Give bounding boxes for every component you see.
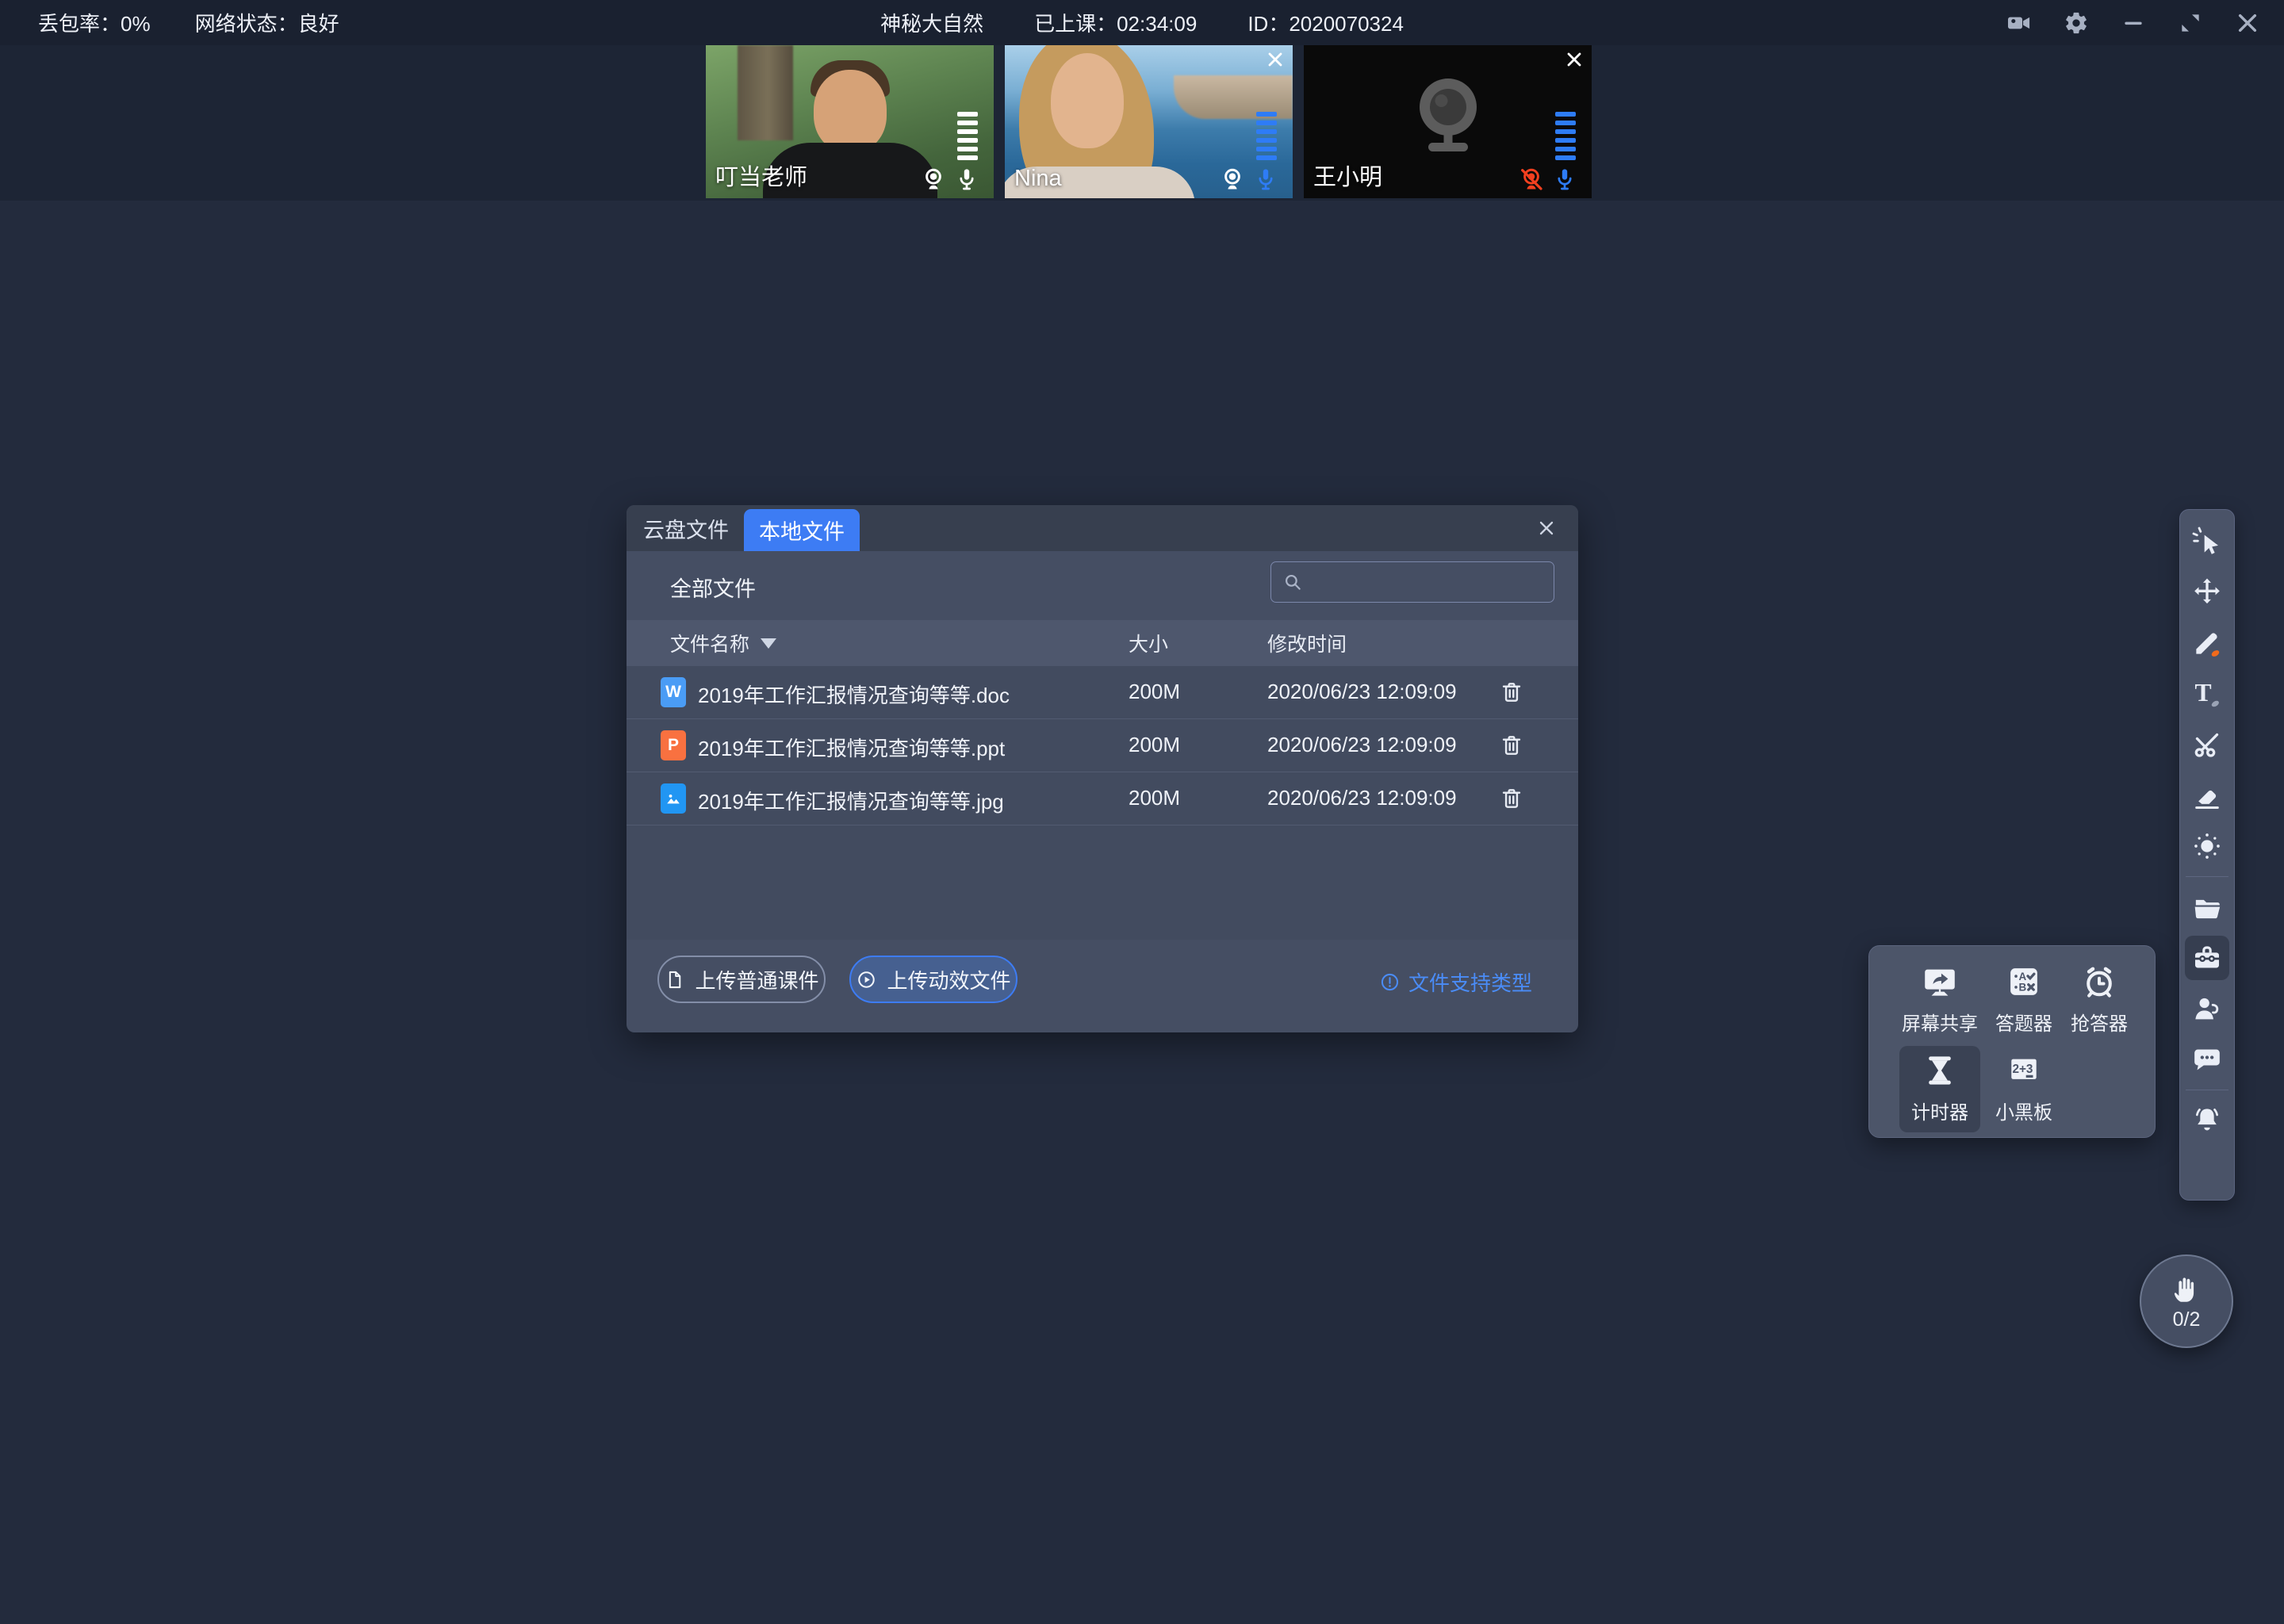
text-tool[interactable]: T [2182,668,2232,719]
screen-share-icon [1925,969,1955,996]
upload-effect-file-button[interactable]: 上传动效文件 [849,956,1017,1003]
pen-tool[interactable] [2182,618,2232,668]
file-table-body: W 2019年工作汇报情况查询等等.doc 200M 2020/06/23 12… [627,666,1578,940]
svg-text:A: A [2018,971,2026,982]
video-strip: 叮当老师 Nina 王小明 [0,45,2284,201]
tab-local-files[interactable]: 本地文件 [744,509,860,551]
eraser-tool[interactable] [2182,770,2232,821]
raise-hand-button[interactable]: 0/2 [2140,1254,2233,1348]
svg-text:T: T [2194,679,2211,707]
buzzer-button[interactable]: 抢答器 [2059,963,2140,1036]
video-tile-teacher[interactable]: 叮当老师 [706,45,994,198]
minimize-button[interactable] [2121,10,2146,36]
info-icon [1381,973,1399,991]
volume-level-indicator [1555,112,1576,160]
participant-name: Nina [1014,166,1062,191]
sort-caret-icon[interactable] [761,638,777,649]
classroom-window: 丢包率：0% 网络状态：良好 神秘大自然 已上课：02:34:09 ID：202… [0,0,2284,1624]
volume-level-indicator [957,112,978,160]
table-row[interactable]: W 2019年工作汇报情况查询等等.doc 200M 2020/06/23 12… [627,666,1578,719]
microphone-on-icon[interactable] [1552,167,1577,192]
hourglass-icon [1929,1056,1951,1085]
top-status-bar: 丢包率：0% 网络状态：良好 神秘大自然 已上课：02:34:09 ID：202… [0,0,2284,45]
column-file-name: 文件名称 [670,634,750,656]
image-file-icon [661,783,686,814]
delete-file-icon[interactable] [1499,680,1524,705]
laser-pointer-tool[interactable] [2182,821,2232,871]
file-support-types-link[interactable]: 文件支持类型 [1379,967,1532,997]
toolbar-divider [2186,876,2228,877]
close-video-icon[interactable] [1266,50,1285,69]
camera-placeholder-icon [1401,68,1496,163]
file-picker-dialog: 云盘文件 本地文件 全部文件 文件名称 大小 修改时间 W 2019年工作汇报情… [627,505,1578,1032]
alarm-clock-icon [2087,967,2112,998]
select-cursor-tool[interactable] [2182,516,2232,567]
upload-normal-courseware-button[interactable]: 上传普通课件 [657,956,826,1003]
hand-raise-count: 0/2 [2172,1308,2201,1331]
search-input[interactable] [1311,571,1542,593]
webcam-off-icon[interactable] [1519,167,1544,192]
table-row[interactable]: P 2019年工作汇报情况查询等等.ppt 200M 2020/06/23 12… [627,719,1578,772]
volume-level-indicator [1256,112,1277,160]
participant-name: 叮当老师 [715,165,808,190]
network-status: 网络状态：良好 [194,12,339,36]
svg-text:2+3: 2+3 [2012,1063,2033,1076]
maximize-restore-button[interactable] [2178,10,2203,36]
packet-loss-status: 丢包率：0% [38,12,151,36]
close-window-button[interactable] [2235,10,2260,36]
svg-text:B: B [2018,982,2026,994]
video-tile-nina[interactable]: Nina [1005,45,1293,198]
settings-gear-icon[interactable] [2064,10,2089,36]
dialog-tab-bar: 云盘文件 本地文件 [627,505,1578,551]
delete-file-icon[interactable] [1499,786,1524,811]
tab-cloud-files[interactable]: 云盘文件 [628,505,744,551]
close-video-icon[interactable] [1565,50,1584,69]
microphone-on-icon[interactable] [954,167,979,192]
document-icon [669,971,681,988]
move-tool[interactable] [2182,567,2232,618]
timer-button[interactable]: 计时器 [1899,1046,1980,1132]
column-modified-time: 修改时间 [1267,634,1347,656]
chat-tool[interactable] [2182,1034,2232,1085]
webcam-on-icon[interactable] [921,167,946,192]
file-table-header: 文件名称 大小 修改时间 [627,620,1578,666]
column-size: 大小 [1129,634,1169,656]
doc-file-icon: W [661,677,686,707]
webcam-on-icon[interactable] [1220,167,1245,192]
class-elapsed-time: 已上课：02:34:09 [1034,12,1198,36]
search-icon [1286,575,1301,590]
blackboard-button[interactable]: 2+3 小黑板 [1983,1052,2064,1124]
blackboard-icon: 2+3 [2011,1059,2037,1079]
camera-settings-icon[interactable] [2006,10,2032,36]
file-filter-dropdown[interactable]: 全部文件 [670,572,756,603]
ppt-file-icon: P [661,730,686,760]
answer-pad-button[interactable]: AB 答题器 [1983,963,2064,1036]
play-circle-icon [858,971,876,988]
table-row[interactable]: 2019年工作汇报情况查询等等.jpg 200M 2020/06/23 12:0… [627,772,1578,825]
whiteboard-toolbar: T [2179,509,2235,1201]
room-title: 神秘大自然 [880,12,984,36]
courseware-folder-tool[interactable] [2182,882,2232,933]
delete-file-icon[interactable] [1499,733,1524,758]
toolbox-tool[interactable] [2185,936,2229,980]
dialog-close-icon[interactable] [1537,519,1556,538]
cut-scissors-tool[interactable] [2182,719,2232,770]
microphone-on-icon[interactable] [1253,167,1278,192]
room-id: ID：2020070324 [1247,12,1404,36]
answer-pad-icon: AB [2010,968,2037,995]
members-tool[interactable] [2182,983,2232,1034]
file-search-box[interactable] [1270,561,1554,603]
video-tile-wangxiaoming[interactable]: 王小明 [1304,45,1592,198]
participant-name: 王小明 [1313,165,1383,190]
screen-share-button[interactable]: 屏幕共享 [1899,963,1980,1036]
notification-bell-tool[interactable] [2182,1095,2232,1146]
hand-icon [2174,1277,2194,1302]
classroom-tools-panel: 屏幕共享 AB 答题器 抢答器 计时器 2+3 小黑板 [1868,945,2156,1138]
